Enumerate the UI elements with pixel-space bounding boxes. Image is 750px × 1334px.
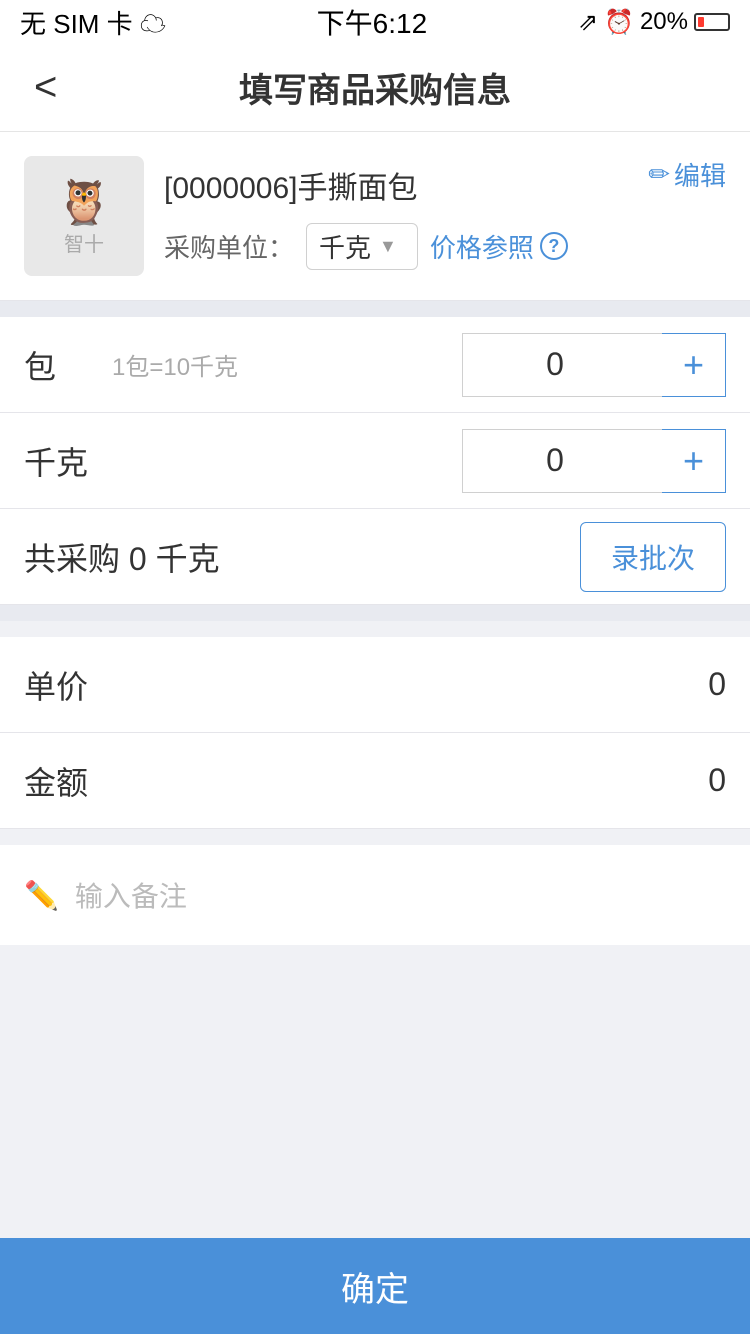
content-area — [0, 945, 750, 1245]
section-divider-1 — [0, 301, 750, 317]
back-button[interactable]: < — [24, 55, 67, 120]
logo-text: 智十 — [64, 228, 104, 257]
battery-icon — [694, 13, 730, 31]
unit-select[interactable]: 千克 ▼ — [306, 223, 418, 270]
total-row: 共采购 0 千克 录批次 — [0, 509, 750, 605]
product-edit-button[interactable]: ✏ 编辑 — [648, 156, 726, 193]
battery-percent: 20% — [640, 8, 688, 36]
bag-sub-label: 1包=10千克 — [112, 347, 462, 382]
total-label: 共采购 0 千克 — [24, 534, 580, 580]
price-ref-label: 价格参照 — [430, 228, 534, 265]
bag-input-row: 包 1包=10千克 + — [0, 317, 750, 413]
total-unit: 千克 — [156, 541, 220, 577]
pencil-icon: ✏️ — [24, 879, 59, 912]
edit-label: 编辑 — [674, 156, 726, 193]
kg-label: 千克 — [24, 438, 104, 484]
status-left: 无 SIM 卡 ☁ — [20, 4, 166, 41]
product-card-wrapper: 🦉 智十 [0000006]手撕面包 采购单位： 千克 ▼ 价格参照 ? ✏ 编… — [0, 132, 750, 301]
alarm-icon: ⏰ — [604, 8, 634, 37]
bag-plus-button[interactable]: + — [662, 333, 726, 397]
logo-owl-icon: 🦉 — [57, 176, 112, 228]
status-time: 下午6:12 — [317, 2, 428, 42]
price-ref-button[interactable]: 价格参照 ? — [430, 228, 568, 265]
unit-label: 采购单位： — [164, 228, 294, 265]
page-title: 填写商品采购信息 — [239, 63, 511, 112]
bag-label: 包 — [24, 342, 104, 388]
product-unit-row: 采购单位： 千克 ▼ 价格参照 ? — [164, 223, 726, 270]
battery-fill — [698, 17, 704, 27]
price-info-section: 单价 0 金额 0 — [0, 637, 750, 829]
kg-plus-button[interactable]: + — [662, 429, 726, 493]
location-icon: ⇗ — [578, 8, 598, 37]
record-batch-button[interactable]: 录批次 — [580, 522, 726, 592]
bag-input-right: + — [462, 333, 726, 397]
product-logo: 🦉 智十 — [57, 176, 112, 257]
remarks-placeholder-text: 输入备注 — [75, 875, 187, 915]
total-label-text: 共采购 — [24, 541, 120, 577]
unit-price-row: 单价 0 — [0, 637, 750, 733]
kg-input-right: + — [462, 429, 726, 493]
edit-icon: ✏ — [648, 159, 670, 190]
product-image: 🦉 智十 — [24, 156, 144, 276]
status-right: ⇗ ⏰ 20% — [578, 8, 730, 37]
unit-value: 千克 — [319, 228, 371, 265]
bag-quantity-input[interactable] — [462, 333, 662, 397]
remarks-section[interactable]: ✏️ 输入备注 — [0, 845, 750, 945]
unit-price-label: 单价 — [24, 662, 708, 708]
confirm-button[interactable]: 确定 — [0, 1238, 750, 1334]
sim-status: 无 SIM 卡 ☁ — [20, 4, 166, 41]
nav-bar: < 填写商品采购信息 — [0, 44, 750, 132]
section-divider-2 — [0, 605, 750, 621]
unit-select-arrow-icon: ▼ — [379, 236, 397, 257]
status-bar: 无 SIM 卡 ☁ 下午6:12 ⇗ ⏰ 20% — [0, 0, 750, 44]
unit-price-value: 0 — [708, 666, 726, 703]
amount-value: 0 — [708, 762, 726, 799]
amount-label: 金额 — [24, 758, 708, 804]
product-name: [0000006]手撕面包 — [164, 163, 726, 207]
kg-quantity-input[interactable] — [462, 429, 662, 493]
input-section: 包 1包=10千克 + 千克 + — [0, 317, 750, 509]
amount-row: 金额 0 — [0, 733, 750, 829]
info-circle-icon: ? — [540, 232, 568, 260]
kg-input-row: 千克 + — [0, 413, 750, 509]
product-card: 🦉 智十 [0000006]手撕面包 采购单位： 千克 ▼ 价格参照 ? ✏ 编… — [0, 132, 750, 301]
product-info: [0000006]手撕面包 采购单位： 千克 ▼ 价格参照 ? — [164, 163, 726, 270]
total-value: 0 — [129, 541, 147, 577]
